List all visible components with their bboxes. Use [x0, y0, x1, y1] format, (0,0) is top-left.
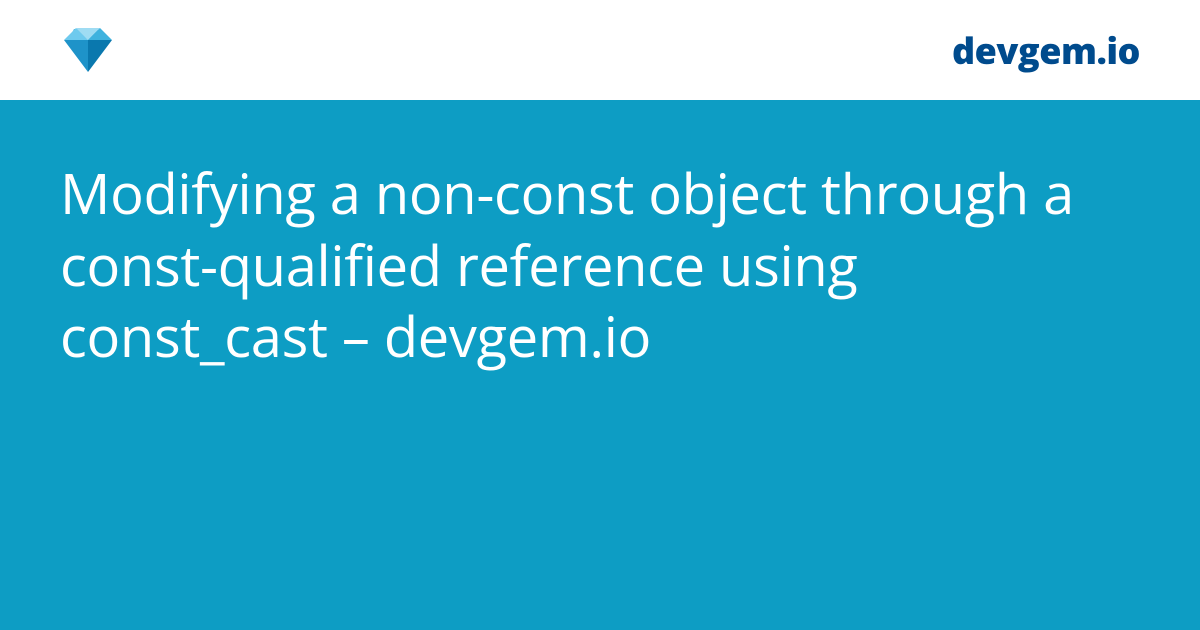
- page-title: Modifying a non-const object through a c…: [60, 158, 1100, 373]
- header-bar: devgem.io: [0, 0, 1200, 100]
- gem-icon: [60, 22, 116, 78]
- brand-text: devgem.io: [952, 26, 1140, 75]
- hero-section: Modifying a non-const object through a c…: [0, 100, 1200, 630]
